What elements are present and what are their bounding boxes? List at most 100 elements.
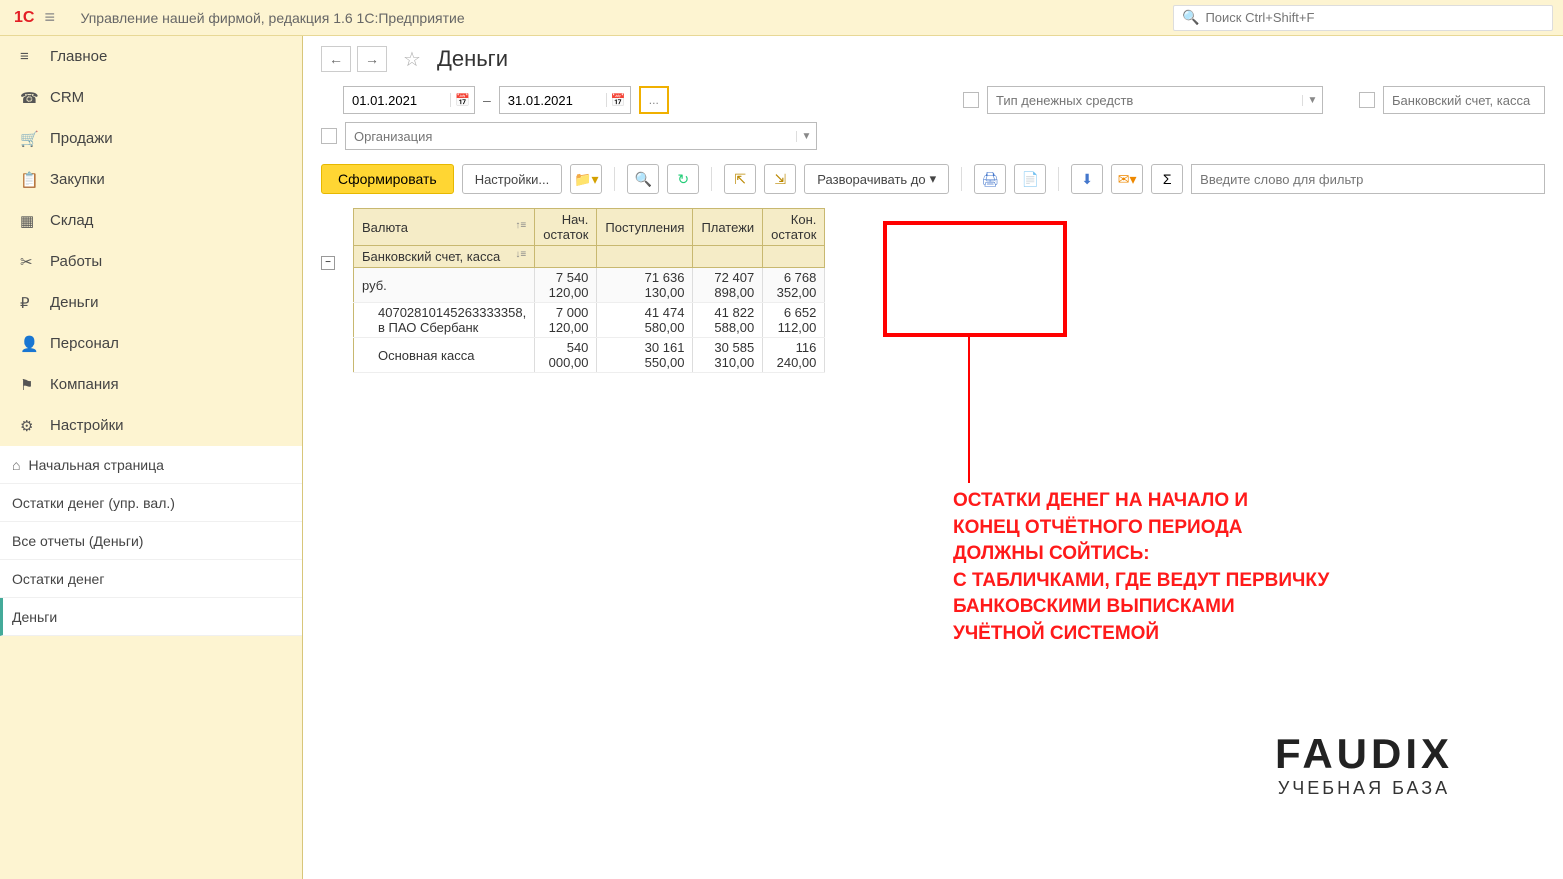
collapse-row-button[interactable]: − [321,256,335,270]
find-button[interactable]: 🔍 [627,164,659,194]
cell-start: 7 000 120,00 [535,303,597,338]
chevron-down-icon[interactable]: ▼ [1302,95,1322,106]
settings-icon: ⚙ [20,417,50,435]
hamburger-icon[interactable]: ≡ [44,7,64,28]
watermark: FAUDIX УЧЕБНАЯ БАЗА [1275,730,1453,799]
sidebar-item-crm[interactable]: ☎CRM [0,77,302,118]
calendar-icon[interactable]: 📅 [450,93,474,107]
separator [711,167,712,191]
date-to-input[interactable]: 📅 [499,86,631,114]
date-from-input[interactable]: 📅 [343,86,475,114]
org-field[interactable] [346,123,796,149]
table-row[interactable]: руб. 7 540 120,00 71 636 130,00 72 407 8… [354,268,825,303]
nav-back-button[interactable]: ← [321,46,351,72]
chevron-down-icon[interactable]: ▼ [796,131,816,142]
table-filter-input[interactable] [1191,164,1545,194]
annotation-highlight-box [883,221,1067,337]
form-report-button[interactable]: Сформировать [321,164,454,194]
refresh-button[interactable]: ↻ [667,164,699,194]
type-field[interactable] [988,87,1302,113]
global-search[interactable]: 🔍 [1173,5,1553,31]
sidebar-item-works[interactable]: ✂Работы [0,241,302,282]
favorite-star-icon[interactable]: ☆ [403,47,421,72]
report-settings-button[interactable]: Настройки... [462,164,563,194]
calendar-icon[interactable]: 📅 [606,93,630,107]
sub-all-reports-money[interactable]: Все отчеты (Деньги) [0,522,302,560]
col-end[interactable]: Кон. остаток [763,209,825,246]
save-button[interactable]: ⬇ [1071,164,1103,194]
date-dash: – [483,92,491,108]
col-start[interactable]: Нач. остаток [535,209,597,246]
cell-end: 6 768 352,00 [763,268,825,303]
sidebar-sublist: ⌂Начальная страница Остатки денег (упр. … [0,446,302,636]
crm-icon: ☎ [20,89,50,107]
sidebar-item-warehouse[interactable]: ▦Склад [0,200,302,241]
chevron-down-icon: ▾ [930,171,937,187]
separator [1058,167,1059,191]
cell-start: 540 000,00 [535,338,597,373]
app-logo: 1C [0,9,44,27]
org-checkbox[interactable] [321,128,337,144]
date-from-field[interactable] [344,87,450,113]
collapse-button[interactable]: ⇱ [724,164,756,194]
col-currency[interactable]: Валюта ↑≡ [354,209,535,246]
cell-end: 116 240,00 [763,338,825,373]
type-dropdown[interactable]: ▼ [987,86,1323,114]
annotation-text: ОСТАТКИ ДЕНЕГ НА НАЧАЛО И КОНЕЦ ОТЧЁТНОГ… [953,488,1329,648]
table-row[interactable]: Основная касса 540 000,00 30 161 550,00 … [354,338,825,373]
org-dropdown[interactable]: ▼ [345,122,817,150]
sub-money[interactable]: Деньги [0,598,302,636]
account-checkbox[interactable] [1359,92,1375,108]
sum-button[interactable]: Σ [1151,164,1183,194]
sidebar-item-personnel[interactable]: 👤Персонал [0,323,302,364]
email-button[interactable]: ✉▾ [1111,164,1143,194]
page-header: ← → ☆ Деньги [303,36,1563,82]
expand-button[interactable]: ⇲ [764,164,796,194]
cell-label: руб. [354,268,535,303]
print-button[interactable]: 🖨 [974,164,1006,194]
app-title: Управление нашей фирмой, редакция 1.6 1С… [80,10,1173,26]
table-row[interactable]: 40702810145263333358, в ПАО Сбербанк 7 0… [354,303,825,338]
account-dropdown[interactable] [1383,86,1545,114]
sub-home[interactable]: ⌂Начальная страница [0,446,302,484]
col-account[interactable]: Банковский счет, касса ↓≡ [354,246,535,268]
sub-money-balance[interactable]: Остатки денег [0,560,302,598]
type-checkbox[interactable] [963,92,979,108]
sort-icon: ↓≡ [515,249,526,260]
sub-money-balance-mgmt[interactable]: Остатки денег (упр. вал.) [0,484,302,522]
page-title: Деньги [437,46,508,72]
personnel-icon: 👤 [20,335,50,353]
sidebar-item-purchases[interactable]: 📋Закупки [0,159,302,200]
date-more-button[interactable]: ... [639,86,669,114]
filter-row-org: ▼ [303,118,1563,154]
col-income[interactable]: Поступления [597,209,693,246]
sidebar-item-settings[interactable]: ⚙Настройки [0,405,302,446]
account-field[interactable] [1384,87,1544,113]
variant-button[interactable]: 📁▾ [570,164,602,194]
home-icon: ⌂ [12,457,20,473]
date-to-field[interactable] [500,87,606,113]
sidebar-item-main[interactable]: ≡Главное [0,36,302,77]
watermark-brand: FAUDIX [1275,730,1453,778]
search-input[interactable] [1205,10,1544,25]
sort-icon: ↑≡ [515,220,526,231]
sidebar-item-company[interactable]: ⚑Компания [0,364,302,405]
nav-forward-button[interactable]: → [357,46,387,72]
cell-payments: 30 585 310,00 [693,338,763,373]
report-table: Валюта ↑≡ Нач. остаток Поступления Плате… [353,208,825,373]
separator [614,167,615,191]
cell-income: 41 474 580,00 [597,303,693,338]
col-payments[interactable]: Платежи [693,209,763,246]
expand-to-button[interactable]: Разворачивать до ▾ [804,164,949,194]
separator [961,167,962,191]
sidebar-item-money[interactable]: ₽Деньги [0,282,302,323]
preview-button[interactable]: 📄 [1014,164,1046,194]
sidebar-item-sales[interactable]: 🛒Продажи [0,118,302,159]
warehouse-icon: ▦ [20,212,50,230]
sales-icon: 🛒 [20,130,50,148]
cell-payments: 72 407 898,00 [693,268,763,303]
cell-income: 30 161 550,00 [597,338,693,373]
watermark-subtitle: УЧЕБНАЯ БАЗА [1275,778,1453,799]
menu-icon: ≡ [20,48,50,65]
search-icon: 🔍 [1182,9,1199,26]
